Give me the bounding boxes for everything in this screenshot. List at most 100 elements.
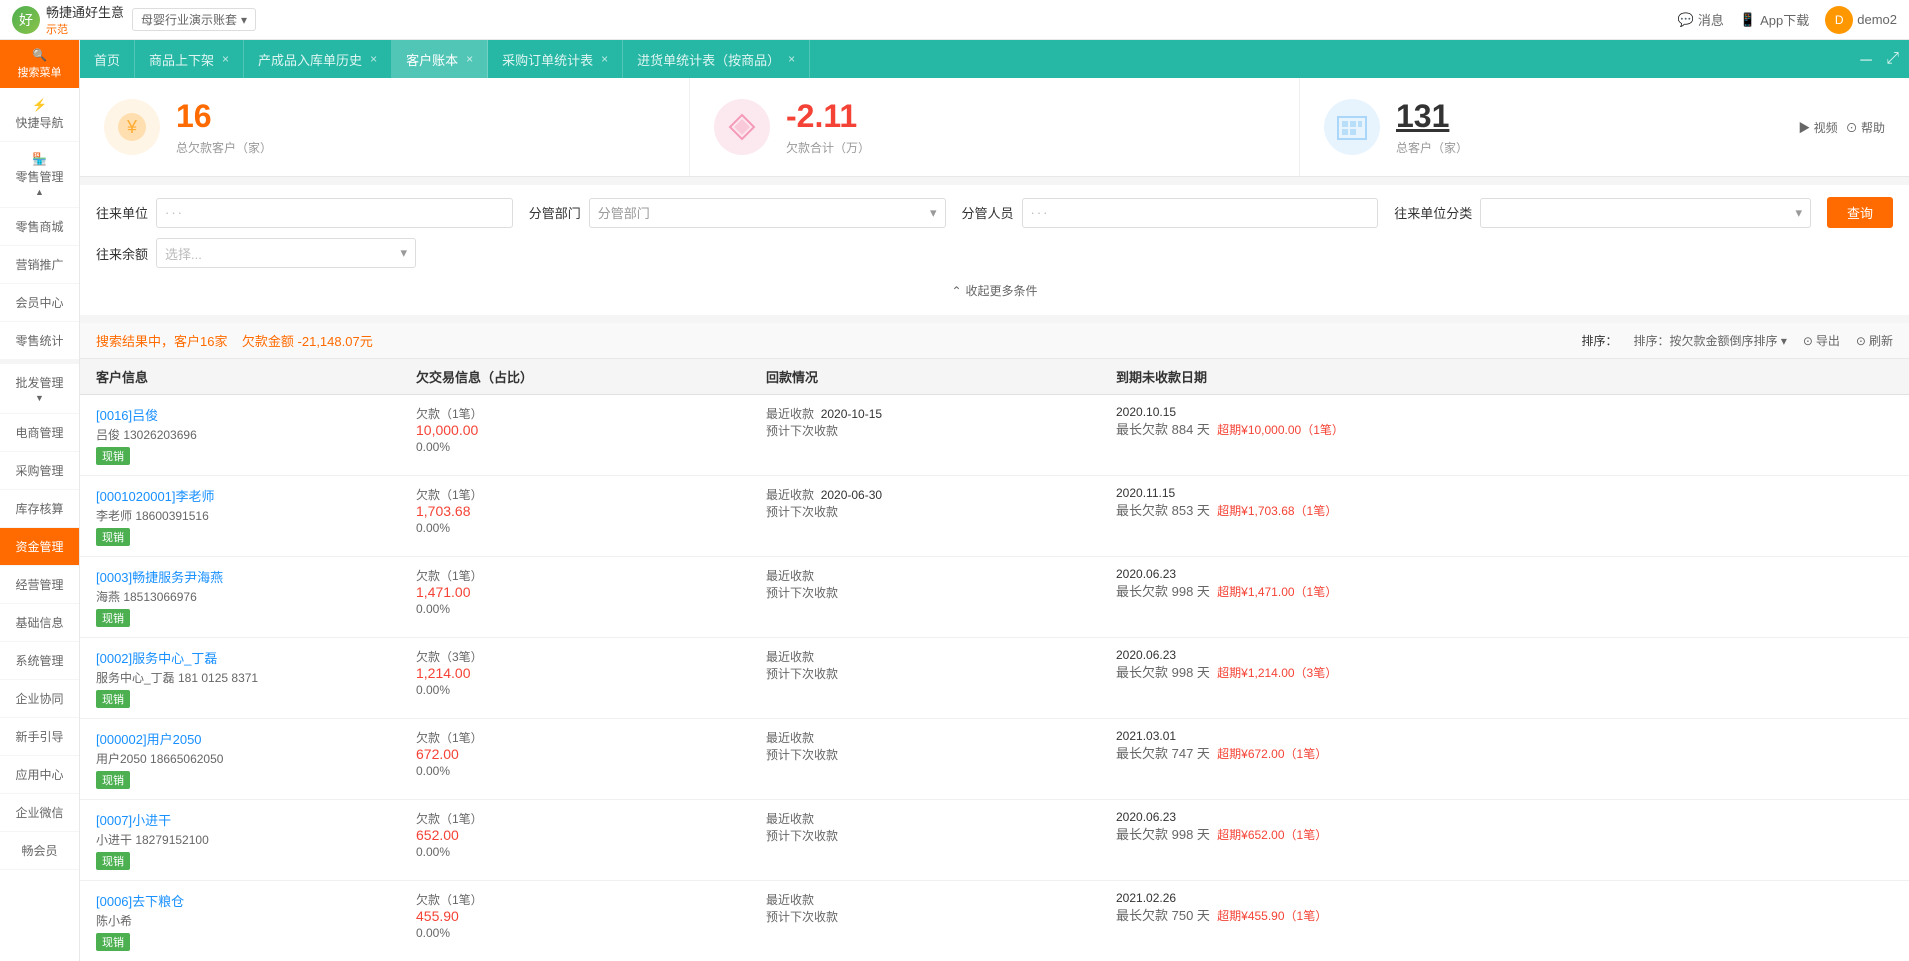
customer-name-3[interactable]: [0002]服务中心_丁磊 [96, 651, 217, 666]
overdue-link-5[interactable]: 超期¥652.00（1笔） [1217, 828, 1327, 842]
sidebar-item-enterprise[interactable]: 企业协同 [0, 680, 79, 718]
tab-close-production-history[interactable]: × [370, 52, 377, 66]
dept-select[interactable]: 分管部门 ▾ [589, 198, 946, 228]
tab-customer-account[interactable]: 客户账本 × [392, 40, 488, 78]
refresh-btn[interactable]: ⊙ 刷新 [1856, 332, 1893, 349]
overdue-date-4: 2021.03.01 [1116, 729, 1893, 743]
customer-name-0[interactable]: [0016]吕俊 [96, 408, 158, 423]
unit-category-select[interactable]: ▾ [1480, 198, 1811, 228]
debt-percent-3: 0.00% [416, 683, 766, 697]
sidebar-item-quick-nav[interactable]: ⚡ 快捷导航 [0, 88, 79, 142]
sidebar-item-system[interactable]: 系统管理 [0, 642, 79, 680]
overdue-info-6: 2021.02.26 最长欠款 750 天 超期¥455.90（1笔） [1116, 891, 1893, 924]
filter-balance: 往来余额 选择... ▾ [96, 238, 416, 268]
sidebar-item-basic-info[interactable]: 基础信息 [0, 604, 79, 642]
debt-percent-0: 0.00% [416, 440, 766, 454]
industry-selector[interactable]: 母婴行业演示账套 ▾ [132, 8, 256, 31]
tab-close-purchase-order[interactable]: × [601, 52, 608, 66]
table-row: [0003]畅捷服务尹海燕 海燕 18513066976 现销 欠款（1笔） 1… [80, 557, 1909, 638]
overdue-info-3: 2020.06.23 最长欠款 998 天 超期¥1,214.00（3笔） [1116, 648, 1893, 681]
export-btn[interactable]: ⊙ 导出 [1803, 332, 1840, 349]
overdue-date-1: 2020.11.15 [1116, 486, 1893, 500]
debt-desc-6: 欠款（1笔） [416, 891, 766, 908]
overdue-days-6: 最长欠款 750 天 超期¥455.90（1笔） [1116, 905, 1893, 924]
logo-text: 畅捷通好生意 示范 [46, 2, 124, 37]
tab-production-history[interactable]: 产成品入库单历史 × [244, 40, 392, 78]
debt-percent-2: 0.00% [416, 602, 766, 616]
tab-close-customer-account[interactable]: × [466, 52, 473, 66]
tab-close-product-shelf[interactable]: × [222, 52, 229, 66]
customer-tag-2: 现销 [96, 609, 130, 627]
sidebar-item-retail-store[interactable]: 零售商城 [0, 208, 79, 246]
sidebar-item-ecommerce[interactable]: 电商管理 [0, 414, 79, 452]
customer-name-2[interactable]: [0003]畅捷服务尹海燕 [96, 570, 223, 585]
sidebar-item-guide[interactable]: 新手引导 [0, 718, 79, 756]
debt-desc-5: 欠款（1笔） [416, 810, 766, 827]
debt-amount-2: 1,471.00 [416, 584, 766, 600]
overdue-link-1[interactable]: 超期¥1,703.68（1笔） [1217, 504, 1337, 518]
balance-select[interactable]: 选择... ▾ [156, 238, 416, 268]
main-layout: 🔍 搜索菜单 ⚡ 快捷导航 🏪 零售管理 ▲ 零售商城 营销推广 会员中心 零售… [0, 40, 1909, 961]
debt-amount-0: 10,000.00 [416, 422, 766, 438]
sidebar-item-inventory[interactable]: 库存核算 [0, 490, 79, 528]
overdue-link-6[interactable]: 超期¥455.90（1笔） [1217, 909, 1327, 923]
search-button[interactable]: 查询 [1827, 197, 1893, 228]
tab-home[interactable]: 首页 [80, 40, 135, 78]
filter-manager: 分管人员 ··· [962, 198, 1379, 228]
user-menu[interactable]: D demo2 [1825, 6, 1897, 34]
overdue-info-1: 2020.11.15 最长欠款 853 天 超期¥1,703.68（1笔） [1116, 486, 1893, 519]
filter-dept: 分管部门 分管部门 ▾ [529, 198, 946, 228]
chevron-down-icon: ▾ [241, 13, 247, 27]
sidebar-item-app-center[interactable]: 应用中心 [0, 756, 79, 794]
help-btn[interactable]: ⊙ 帮助 [1846, 119, 1885, 136]
customer-info-0: [0016]吕俊 吕俊 13026203696 现销 [96, 405, 416, 465]
filter-area: 往来单位 ··· 分管部门 分管部门 ▾ 分管人员 [80, 185, 1909, 315]
sidebar-search[interactable]: 🔍 搜索菜单 [0, 40, 79, 88]
view-video-btn[interactable]: ▶ 视频 [1798, 119, 1837, 136]
manager-input[interactable]: ··· [1022, 198, 1379, 228]
sort-selector[interactable]: 排序：按欠款金额倒序排序 ▾ [1633, 332, 1786, 349]
sidebar-item-member[interactable]: 会员中心 [0, 284, 79, 322]
refresh-icon: ⊙ [1856, 334, 1866, 348]
customer-name-5[interactable]: [0007]小进干 [96, 813, 171, 828]
sidebar-item-retail-mgmt[interactable]: 🏪 零售管理 ▲ [0, 142, 79, 208]
svg-text:¥: ¥ [126, 117, 138, 137]
tab-purchase-order[interactable]: 采购订单统计表 × [488, 40, 623, 78]
customer-name-4[interactable]: [000002]用户2050 [96, 732, 202, 747]
tab-close-purchase-stats[interactable]: × [788, 52, 795, 66]
sidebar-item-batch-mgmt[interactable]: 批发管理 ▼ [0, 364, 79, 414]
sidebar-item-marketing[interactable]: 营销推广 [0, 246, 79, 284]
tab-maximize-btn[interactable]: ⤢ [1884, 48, 1901, 70]
app-download-btn[interactable]: 📱 App下载 [1740, 10, 1809, 29]
recovery-next-1: 预计下次收款 [766, 503, 1116, 520]
tab-purchase-stats[interactable]: 进货单统计表（按商品） × [623, 40, 810, 78]
sidebar-item-finance[interactable]: 资金管理 [0, 528, 79, 566]
avatar: D [1825, 6, 1853, 34]
sidebar-item-purchase[interactable]: 采购管理 [0, 452, 79, 490]
overdue-link-4[interactable]: 超期¥672.00（1笔） [1217, 747, 1327, 761]
collapse-filter-btn[interactable]: ⌃ 收起更多条件 [939, 278, 1049, 303]
sidebar: 🔍 搜索菜单 ⚡ 快捷导航 🏪 零售管理 ▲ 零售商城 营销推广 会员中心 零售… [0, 40, 80, 961]
sidebar-item-operation[interactable]: 经营管理 [0, 566, 79, 604]
stat-label-overdue: 总欠款客户（家） [176, 139, 272, 156]
tab-product-shelf[interactable]: 商品上下架 × [135, 40, 244, 78]
recovery-next-6: 预计下次收款 [766, 908, 1116, 925]
sidebar-item-vip[interactable]: 畅会员 [0, 832, 79, 870]
table-row: [0016]吕俊 吕俊 13026203696 现销 欠款（1笔） 10,000… [80, 395, 1909, 476]
overdue-date-2: 2020.06.23 [1116, 567, 1893, 581]
message-btn[interactable]: 💬 消息 [1678, 10, 1724, 29]
col-header-customer: 客户信息 [96, 367, 416, 386]
overdue-link-2[interactable]: 超期¥1,471.00（1笔） [1217, 585, 1337, 599]
customer-name-1[interactable]: [0001020001]李老师 [96, 489, 215, 504]
sidebar-item-retail-stats[interactable]: 零售统计 [0, 322, 79, 360]
stat-info-overdue: 16 总欠款客户（家） [176, 98, 272, 156]
stat-info-debt: -2.11 欠款合计（万） [786, 98, 870, 156]
recovery-info-1: 最近收款 2020-06-30 预计下次收款 [766, 486, 1116, 520]
from-unit-input[interactable]: ··· [156, 198, 513, 228]
tab-minimize-btn[interactable]: － [1856, 45, 1876, 73]
sidebar-item-wechat[interactable]: 企业微信 [0, 794, 79, 832]
customer-name-6[interactable]: [0006]去下粮仓 [96, 894, 184, 909]
overdue-link-0[interactable]: 超期¥10,000.00（1笔） [1217, 423, 1344, 437]
customer-phone-1: 李老师 18600391516 [96, 507, 416, 524]
overdue-link-3[interactable]: 超期¥1,214.00（3笔） [1217, 666, 1337, 680]
